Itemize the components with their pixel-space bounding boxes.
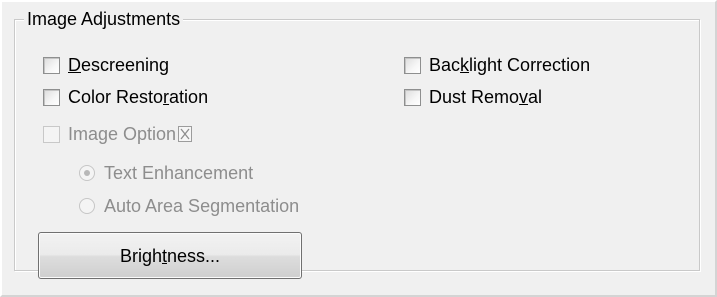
text-enhancement-label: Text Enhancement xyxy=(104,163,254,183)
backlight-correction-label: Backlight Correction xyxy=(429,55,591,75)
descreening-label: Descreening xyxy=(68,55,170,75)
dust-removal-label: Dust Removal xyxy=(429,87,543,107)
text-enhancement-radio[interactable] xyxy=(79,165,95,181)
brightness-button-label: Brightness... xyxy=(119,245,221,266)
scanner-settings-panel: Image Adjustments Descreening Color Rest… xyxy=(0,0,717,297)
descreening-checkbox[interactable] xyxy=(43,56,60,74)
brightness-button[interactable]: Brightness... xyxy=(38,232,302,279)
color-restoration-option[interactable]: Color Restoration xyxy=(43,86,208,108)
group-title: Image Adjustments xyxy=(24,8,184,30)
x-box-icon xyxy=(178,126,193,142)
backlight-correction-checkbox[interactable] xyxy=(404,56,421,74)
auto-area-segmentation-radio[interactable] xyxy=(79,198,95,214)
dust-removal-checkbox[interactable] xyxy=(404,88,421,106)
dust-removal-option[interactable]: Dust Removal xyxy=(404,86,542,108)
backlight-correction-option[interactable]: Backlight Correction xyxy=(404,54,590,76)
text-enhancement-option[interactable]: Text Enhancement xyxy=(79,162,253,184)
radio-selected-dot xyxy=(84,170,90,176)
color-restoration-label: Color Restoration xyxy=(68,87,209,107)
image-option-option[interactable]: Image Option xyxy=(43,123,193,145)
auto-area-segmentation-option[interactable]: Auto Area Segmentation xyxy=(79,195,299,217)
descreening-option[interactable]: Descreening xyxy=(43,54,169,76)
color-restoration-checkbox[interactable] xyxy=(43,88,60,106)
auto-area-segmentation-label: Auto Area Segmentation xyxy=(104,196,300,216)
image-option-checkbox[interactable] xyxy=(43,125,60,143)
image-option-label: Image Option xyxy=(68,123,193,145)
